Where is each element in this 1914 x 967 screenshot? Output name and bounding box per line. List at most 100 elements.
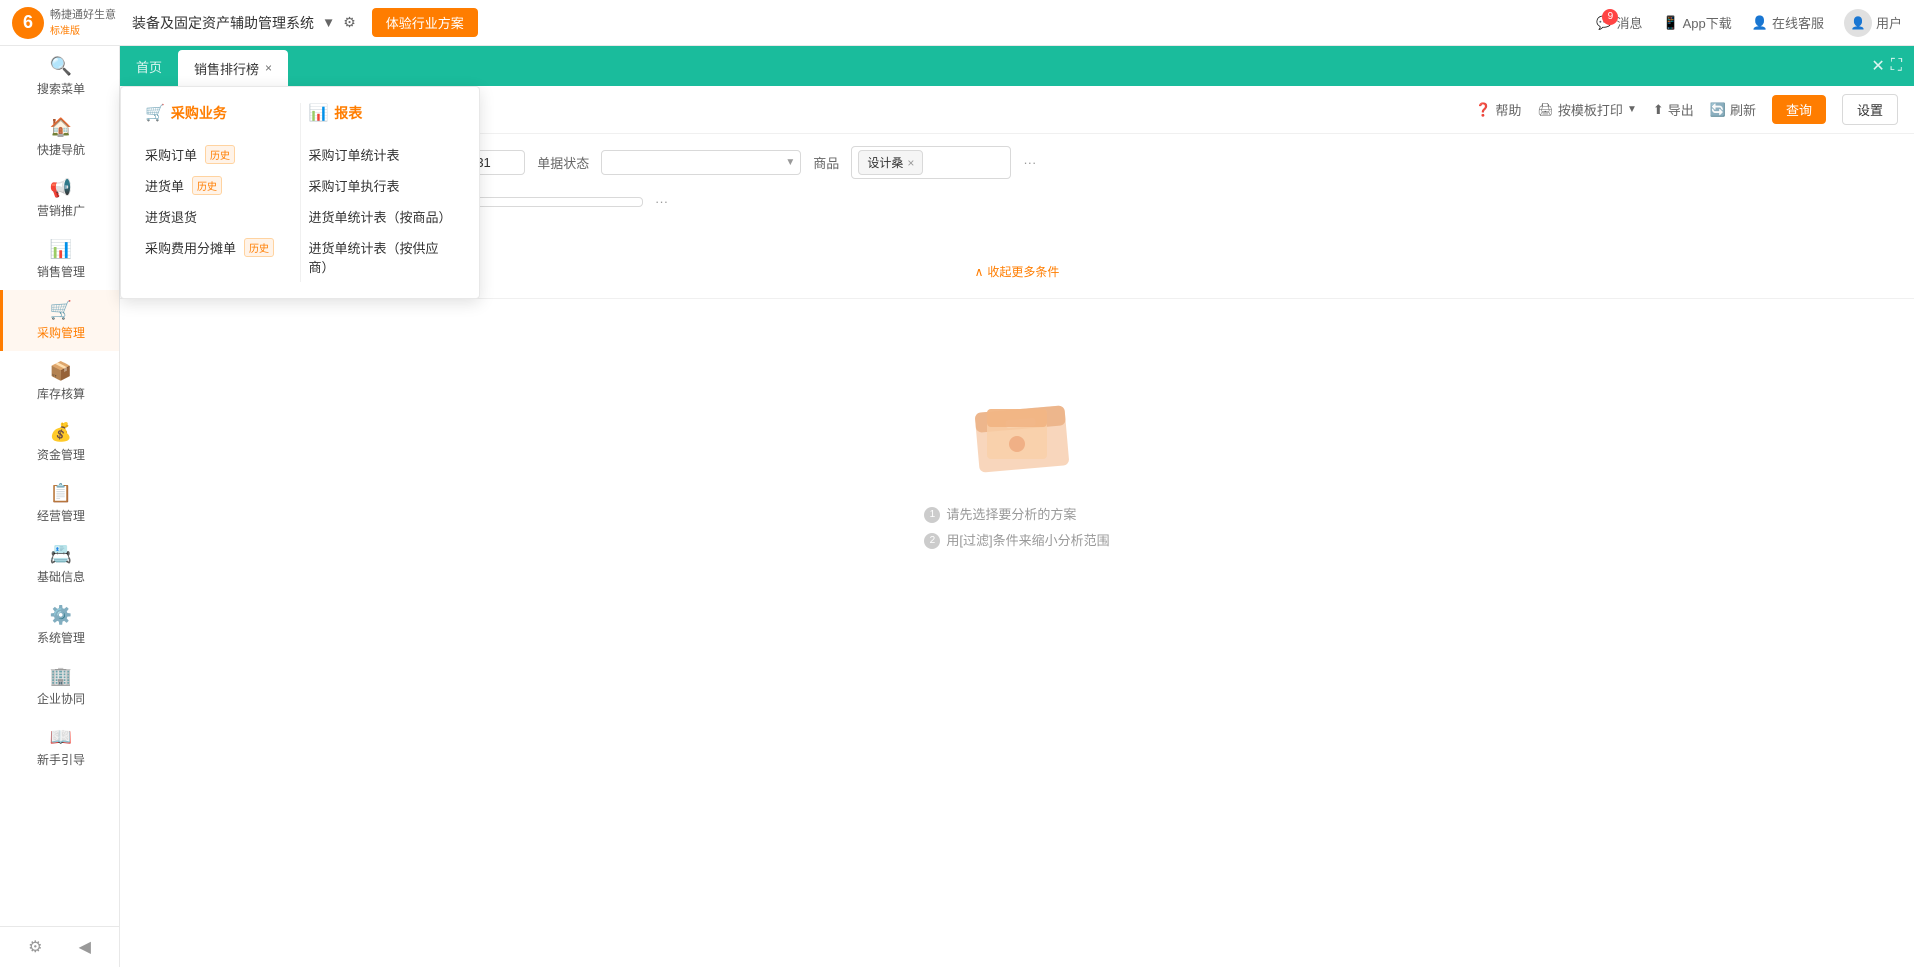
sidebar-item-guide[interactable]: 📖 新手引导 <box>0 717 119 778</box>
empty-tips: 1 请先选择要分析的方案 2 用[过滤]条件来缩小分析范围 <box>924 502 1109 554</box>
sidebar-icon-basic-info: 📇 <box>50 544 72 565</box>
sidebar-label-guide: 新手引导 <box>37 751 85 768</box>
sidebar-icon-finance: 💰 <box>50 422 72 443</box>
app-download-item[interactable]: 📱 App下载 <box>1662 13 1731 32</box>
tab-bar-right: ✕ ⛶ <box>1871 56 1914 76</box>
goods-tag-close[interactable]: × <box>907 156 914 170</box>
sidebar-item-purchase[interactable]: 🛒 采购管理 <box>0 290 119 351</box>
sidebar-icon-search: 🔍 <box>50 56 72 77</box>
logo-area: 6 畅捷通好生意 标准版 <box>12 7 132 39</box>
sidebar-item-quick-nav[interactable]: 🏠快捷导航 <box>0 107 119 168</box>
sidebar-items: 🔍搜索菜单🏠快捷导航📢营销推广📊销售管理 🛒 采购管理 📦 库存核算 💰 资金管理 📋 经营管理… <box>0 46 119 778</box>
order-status-select[interactable] <box>601 150 801 175</box>
print-dropdown-icon: ▼ <box>1627 104 1637 115</box>
purchase-business-col: 🛒 采购业务 采购订单历史进货单历史进货退货采购费用分摊单历史 <box>137 103 301 282</box>
top-right: 💬 9 消息 📱 App下载 👤 在线客服 👤 用户 <box>1596 9 1902 37</box>
purchase-menu-item[interactable]: 采购费用分摊单历史 <box>145 232 292 263</box>
settings-icon[interactable]: ⚙ <box>343 14 356 31</box>
sidebar-item-marketing[interactable]: 📢营销推广 <box>0 168 119 229</box>
phone-icon: 📱 <box>1662 15 1678 31</box>
report-menu-item[interactable]: 采购订单执行表 <box>309 170 456 201</box>
query-button[interactable]: 查询 <box>1772 95 1826 124</box>
sidebar-settings-button[interactable]: ⚙ <box>28 937 42 957</box>
purchase-menu-item[interactable]: 进货单历史 <box>145 170 292 201</box>
sidebar-collapse-button[interactable]: ◀ <box>79 937 91 957</box>
sidebar-label-purchase: 采购管理 <box>37 324 85 341</box>
system-dropdown-button[interactable]: ▼ <box>322 15 335 30</box>
purchase-report-col: 📊 报表 采购订单统计表采购订单执行表进货单统计表（按商品）进货单统计表（按供应… <box>301 103 464 282</box>
purchase-menu-item[interactable]: 采购订单历史 <box>145 139 292 170</box>
sidebar-item-finance[interactable]: 💰 资金管理 <box>0 412 119 473</box>
industry-button[interactable]: 体验行业方案 <box>372 8 478 37</box>
tab-bar-expand-button[interactable]: ⛶ <box>1891 57 1902 75</box>
report-menu-item[interactable]: 进货单统计表（按供应商） <box>309 232 456 282</box>
user-item[interactable]: 👤 用户 <box>1844 9 1902 37</box>
goods-more[interactable]: ··· <box>1023 155 1036 170</box>
logo-badge: 标准版 <box>50 22 116 37</box>
sidebar: 🔍搜索菜单🏠快捷导航📢营销推广📊销售管理 🛒 采购管理 📦 库存核算 💰 资金管理 📋 经营管理… <box>0 46 120 967</box>
purchase-business-title: 🛒 采购业务 <box>145 103 292 127</box>
sidebar-item-enterprise[interactable]: 🏢企业协同 <box>0 656 119 717</box>
logo-text-line1: 畅捷通好生意 <box>50 8 116 22</box>
sidebar-label-basic-info: 基础信息 <box>37 568 85 585</box>
report-col-icon: 📊 <box>309 103 329 123</box>
user-label: 用户 <box>1876 13 1902 32</box>
sidebar-label-quick-nav: 快捷导航 <box>37 141 85 158</box>
sidebar-item-search[interactable]: 🔍搜索菜单 <box>0 46 119 107</box>
print-item[interactable]: 🖨 按模板打印 ▼ <box>1537 100 1636 119</box>
tab-sales-rank-label: 销售排行榜 <box>194 59 259 78</box>
online-service-item[interactable]: 👤 在线客服 <box>1752 13 1824 32</box>
report-menu-item[interactable]: 进货单统计表（按商品） <box>309 201 456 232</box>
tab-bar-close-button[interactable]: ✕ <box>1871 56 1884 76</box>
sidebar-icon-purchase: 🛒 <box>50 300 72 321</box>
salesperson-filter[interactable] <box>463 197 643 207</box>
print-label: 按模板打印 <box>1558 100 1623 119</box>
messages-item[interactable]: 💬 9 消息 <box>1596 13 1642 32</box>
export-item[interactable]: ⬆ 导出 <box>1653 100 1694 119</box>
logo-icon: 6 <box>12 7 44 39</box>
purchase-menu-item[interactable]: 进货退货 <box>145 201 292 232</box>
settings-button[interactable]: 设置 <box>1842 94 1898 125</box>
sidebar-label-operations: 经营管理 <box>37 507 85 524</box>
tab-home[interactable]: 首页 <box>120 46 178 86</box>
history-badge: 历史 <box>192 176 222 195</box>
purchase-report-title: 📊 报表 <box>309 103 456 127</box>
purchase-dropdown-menu: 🛒 采购业务 采购订单历史进货单历史进货退货采购费用分摊单历史 📊 报表 采购订… <box>120 86 480 299</box>
sidebar-item-basic-info[interactable]: 📇 基础信息 <box>0 534 119 595</box>
history-badge: 历史 <box>244 238 274 257</box>
refresh-icon: 🔄 <box>1710 102 1726 118</box>
order-status-label: 单据状态 <box>537 153 589 172</box>
help-label: 帮助 <box>1495 100 1521 119</box>
sidebar-item-system[interactable]: ⚙️系统管理 <box>0 595 119 656</box>
goods-tag: 设计桑 × <box>858 150 923 175</box>
help-icon: ❓ <box>1475 102 1491 118</box>
help-item[interactable]: ❓ 帮助 <box>1475 100 1521 119</box>
sidebar-item-sales[interactable]: 📊销售管理 <box>0 229 119 290</box>
tab-close-icon[interactable]: × <box>265 61 272 75</box>
messages-label: 消息 <box>1616 13 1642 32</box>
goods-filter[interactable]: 设计桑 × <box>851 146 1011 179</box>
export-label: 导出 <box>1668 100 1694 119</box>
service-icon: 👤 <box>1752 15 1768 31</box>
sidebar-item-operations[interactable]: 📋 经营管理 <box>0 473 119 534</box>
sidebar-icon-sales: 📊 <box>50 239 72 260</box>
export-icon: ⬆ <box>1653 102 1664 118</box>
sidebar-label-marketing: 营销推广 <box>37 202 85 219</box>
sidebar-label-system: 系统管理 <box>37 629 85 646</box>
sidebar-icon-enterprise: 🏢 <box>50 666 72 687</box>
sidebar-icon-inventory: 📦 <box>50 361 72 382</box>
empty-illustration <box>957 379 1077 479</box>
tab-sales-rank[interactable]: 销售排行榜 × <box>178 50 288 86</box>
sidebar-icon-operations: 📋 <box>50 483 72 504</box>
salesperson-more[interactable]: ··· <box>655 194 668 209</box>
sidebar-label-inventory: 库存核算 <box>37 385 85 402</box>
refresh-item[interactable]: 🔄 刷新 <box>1710 100 1756 119</box>
sidebar-label-finance: 资金管理 <box>37 446 85 463</box>
sidebar-item-inventory[interactable]: 📦 库存核算 <box>0 351 119 412</box>
empty-state: 1 请先选择要分析的方案 2 用[过滤]条件来缩小分析范围 <box>120 299 1914 634</box>
report-menu-item[interactable]: 采购订单统计表 <box>309 139 456 170</box>
empty-tip-2: 2 用[过滤]条件来缩小分析范围 <box>924 528 1109 554</box>
top-bar: 6 畅捷通好生意 标准版 装备及固定资产辅助管理系统 ▼ ⚙ 体验行业方案 💬 … <box>0 0 1914 46</box>
collapse-icon: ∧ <box>975 265 984 279</box>
sidebar-icon-guide: 📖 <box>50 727 72 748</box>
